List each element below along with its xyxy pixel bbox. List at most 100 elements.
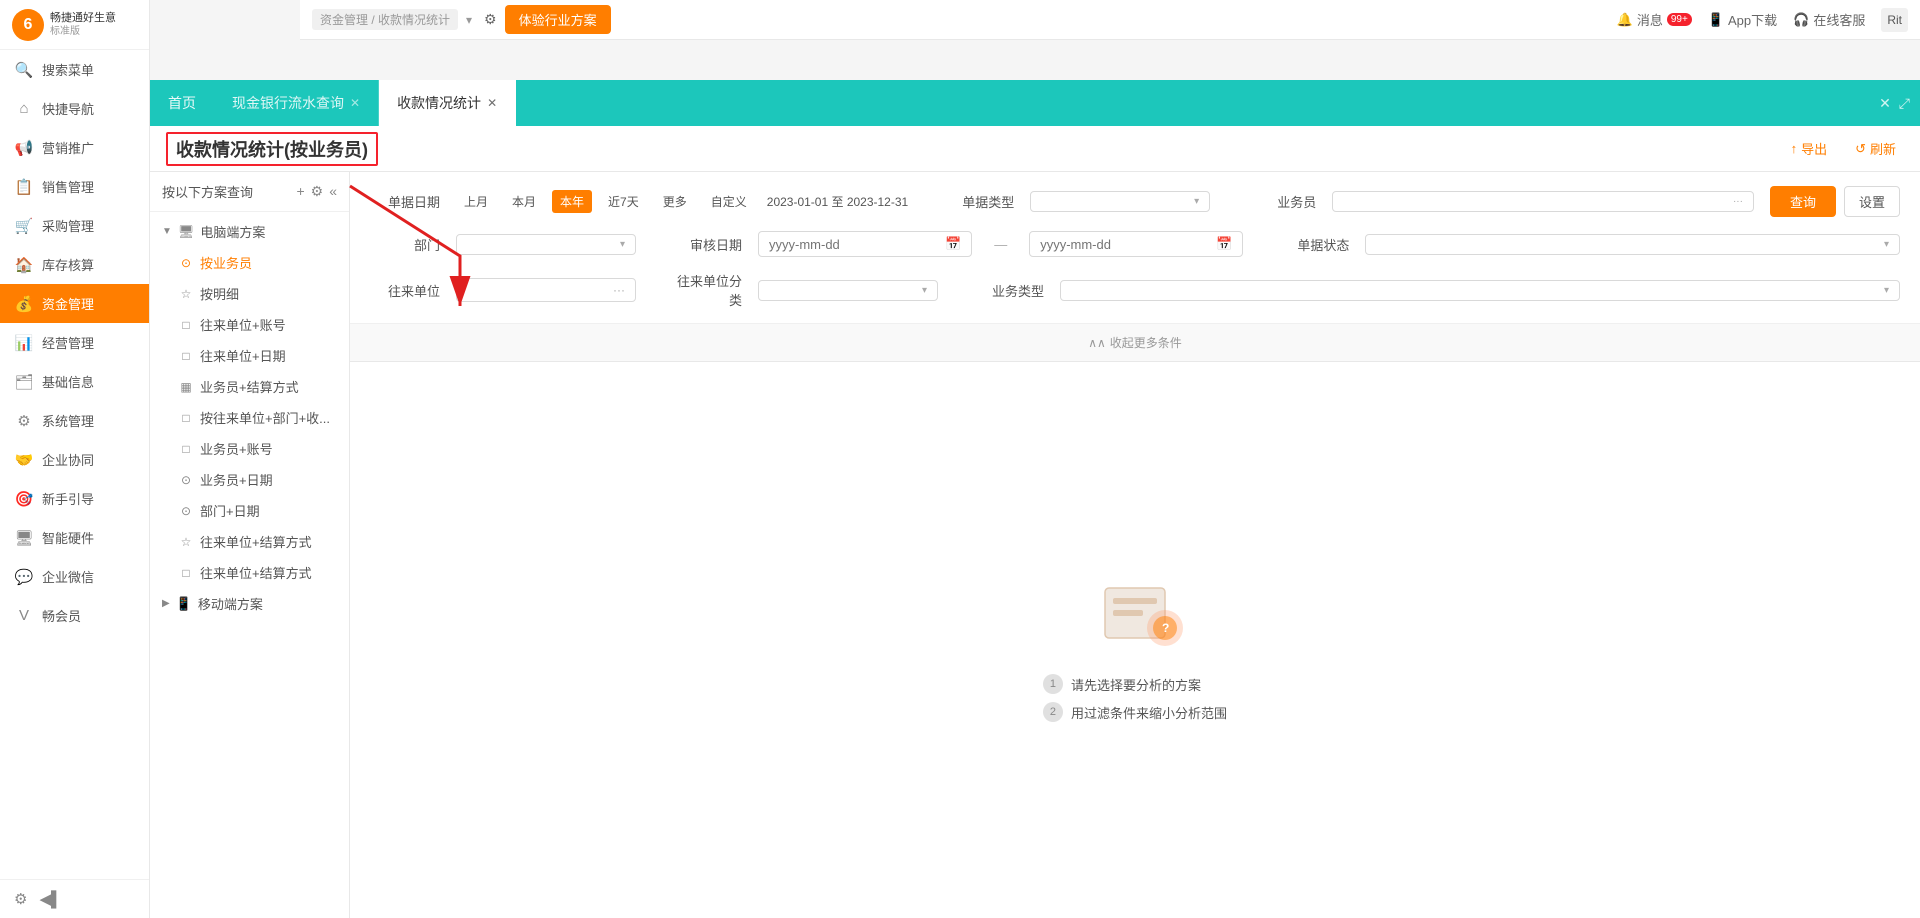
review-date-to-input[interactable] xyxy=(1040,237,1216,252)
sidebar-item-purchase[interactable]: 🛒 采购管理 xyxy=(0,206,149,245)
tab-bar: 首页 现金银行流水查询 ✕ 收款情况统计 ✕ ✕ ⤢ xyxy=(150,80,1920,126)
scheme-item-unit-date[interactable]: □ 往来单位+日期 xyxy=(150,340,349,371)
settings-footer-btn[interactable]: ⚙ xyxy=(14,890,27,908)
date-tab-this-month[interactable]: 本月 xyxy=(504,190,544,213)
scheme-item-unit-settle2[interactable]: □ 往来单位+结算方式 xyxy=(150,557,349,588)
sidebar-item-marketing[interactable]: 📢 营销推广 xyxy=(0,128,149,167)
date-range-display: 2023-01-01 至 2023-12-31 xyxy=(767,193,908,210)
sidebar-item-sales[interactable]: 📋 销售管理 xyxy=(0,167,149,206)
main-area: 资金管理 / 收款情况统计 ▾ ⚙ 体验行业方案 🔔 消息 99+ 📱 App下… xyxy=(150,0,1920,918)
unit-more-icon[interactable]: ··· xyxy=(613,283,625,297)
biz-type-dropdown-icon: ▾ xyxy=(1884,285,1889,296)
calendar-from-icon[interactable]: 📅 xyxy=(945,236,961,252)
doc-status-select[interactable]: ▾ xyxy=(1365,234,1900,255)
date-tab-more[interactable]: 更多 xyxy=(655,190,695,213)
tab-home[interactable]: 首页 xyxy=(150,80,214,126)
biz-type-select[interactable]: ▾ xyxy=(1060,280,1900,301)
sidebar-item-guide[interactable]: 🎯 新手引导 xyxy=(0,479,149,518)
scheme-settings-button[interactable]: ⚙ xyxy=(311,183,324,200)
sidebar-nav: 🔍 搜索菜单 ⌂ 快捷导航 📢 营销推广 📋 销售管理 🛒 采购管理 🏠 库存核… xyxy=(0,50,149,879)
review-date-to[interactable]: 📅 xyxy=(1029,231,1243,257)
sidebar-item-vip[interactable]: V 畅会员 xyxy=(0,596,149,635)
scheme-item-salesperson-date[interactable]: ⊙ 业务员+日期 xyxy=(150,464,349,495)
content-body: 按以下方案查询 + ⚙ « ▼ 🖥 电脑端方案 xyxy=(150,172,1920,918)
sidebar-item-inventory[interactable]: 🏠 库存核算 xyxy=(0,245,149,284)
sidebar: 6 畅捷通好生意 标准版 🔍 搜索菜单 ⌂ 快捷导航 📢 营销推广 📋 销售管理… xyxy=(0,0,150,918)
sidebar-item-finance[interactable]: 💰 资金管理 xyxy=(0,284,149,323)
logo-icon: 6 xyxy=(12,9,44,41)
app-download-button[interactable]: 📱 App下载 xyxy=(1708,10,1777,29)
date-tab-custom[interactable]: 自定义 xyxy=(703,190,755,213)
scheme-header-actions: + ⚙ « xyxy=(296,183,337,200)
window-close-icon[interactable]: ✕ xyxy=(1879,95,1891,112)
date-label: 单据日期 xyxy=(370,192,440,211)
sidebar-item-base[interactable]: 🗂 基础信息 xyxy=(0,362,149,401)
review-date-from[interactable]: 📅 xyxy=(758,231,972,257)
date-tab-last-month[interactable]: 上月 xyxy=(456,190,496,213)
scheme-item-salesperson-settle[interactable]: ▦ 业务员+结算方式 xyxy=(150,371,349,402)
export-button[interactable]: ↑ 导出 xyxy=(1783,135,1836,162)
dept-select[interactable]: ▾ xyxy=(456,234,636,255)
header-right-actions: 🔔 消息 99+ 📱 App下载 🎧 在线客服 Rit xyxy=(1617,8,1908,32)
user-avatar[interactable]: Rit xyxy=(1881,8,1908,32)
detail-icon: ☆ xyxy=(178,287,194,301)
scheme-item-by-salesperson[interactable]: ⊙ 按业务员 xyxy=(150,247,349,278)
message-button[interactable]: 🔔 消息 99+ xyxy=(1617,10,1692,29)
online-service-button[interactable]: 🎧 在线客服 xyxy=(1793,10,1865,29)
unit-category-label: 往来单位分类 xyxy=(672,271,742,309)
collapse-bar[interactable]: ∧∧ 收起更多条件 xyxy=(350,324,1920,362)
scheme-item-unit-dept-collect[interactable]: □ 按往来单位+部门+收... xyxy=(150,402,349,433)
desktop-icon: 🖥 xyxy=(178,224,195,240)
sidebar-item-quicknav[interactable]: ⌂ 快捷导航 xyxy=(0,89,149,128)
refresh-button[interactable]: ↺ 刷新 xyxy=(1847,135,1904,162)
finance-icon: 💰 xyxy=(14,295,34,313)
scheme-item-unit-account[interactable]: □ 往来单位+账号 xyxy=(150,309,349,340)
trial-button[interactable]: 体验行业方案 xyxy=(505,5,611,34)
empty-steps: 1 请先选择要分析的方案 2 用过滤条件来缩小分析范围 xyxy=(1043,674,1227,722)
tab-collection-stats-close[interactable]: ✕ xyxy=(487,96,497,110)
query-button[interactable]: 查询 xyxy=(1770,186,1836,217)
page-title: 收款情况统计(按业务员) xyxy=(166,132,378,166)
sidebar-item-operations[interactable]: 📊 经营管理 xyxy=(0,323,149,362)
tab-bank-flow-close[interactable]: ✕ xyxy=(350,96,360,110)
salesperson-dropdown-icon: ··· xyxy=(1733,196,1743,207)
sidebar-item-hardware[interactable]: 🖥 智能硬件 xyxy=(0,518,149,557)
salesperson-settle-icon: ▦ xyxy=(178,380,194,394)
unit-select[interactable]: ··· xyxy=(456,278,636,302)
tab-bank-flow[interactable]: 现金银行流水查询 ✕ xyxy=(214,80,379,126)
filter-settings-button[interactable]: 设置 xyxy=(1844,186,1900,217)
tab-collection-stats[interactable]: 收款情况统计 ✕ xyxy=(379,80,516,126)
scheme-add-button[interactable]: + xyxy=(296,183,304,200)
filter-row-2: 部门 ▾ 审核日期 📅 — 📅 xyxy=(370,231,1900,257)
unit-cat-dropdown-icon: ▾ xyxy=(922,285,927,296)
review-date-from-input[interactable] xyxy=(769,237,945,252)
date-tab-this-year[interactable]: 本年 xyxy=(552,190,592,213)
empty-step-2: 2 用过滤条件来缩小分析范围 xyxy=(1043,702,1227,722)
scheme-item-salesperson-account[interactable]: □ 业务员+账号 xyxy=(150,433,349,464)
scheme-group-desktop-header[interactable]: ▼ 🖥 电脑端方案 xyxy=(150,216,349,247)
salesperson-select[interactable]: ··· xyxy=(1332,191,1754,212)
scheme-group-mobile: ▶ 📱 移动端方案 xyxy=(150,588,349,619)
unit-settle1-icon: ☆ xyxy=(178,535,194,549)
content-wrapper: 收款情况统计(按业务员) ↑ 导出 ↺ 刷新 按以下方案查询 + xyxy=(150,126,1920,918)
date-tab-7days[interactable]: 近7天 xyxy=(600,190,647,213)
unit-category-select[interactable]: ▾ xyxy=(758,280,938,301)
sidebar-item-system[interactable]: ⚙ 系统管理 xyxy=(0,401,149,440)
window-maximize-icon[interactable]: ⤢ xyxy=(1899,95,1910,112)
unit-date-icon: □ xyxy=(178,349,194,363)
scheme-item-unit-settle1[interactable]: ☆ 往来单位+结算方式 xyxy=(150,526,349,557)
sidebar-item-search[interactable]: 🔍 搜索菜单 xyxy=(0,50,149,89)
scheme-item-dept-date[interactable]: ⊙ 部门+日期 xyxy=(150,495,349,526)
scheme-collapse-button[interactable]: « xyxy=(329,183,337,200)
scheme-group-mobile-header[interactable]: ▶ 📱 移动端方案 xyxy=(150,588,349,619)
header-gear-icon[interactable]: ⚙ xyxy=(484,11,497,28)
sidebar-item-wechat[interactable]: 💬 企业微信 xyxy=(0,557,149,596)
doc-type-select[interactable]: ▾ xyxy=(1030,191,1210,212)
collapse-sidebar-btn[interactable]: ◀▌ xyxy=(39,890,61,908)
operations-icon: 📊 xyxy=(14,334,34,352)
calendar-to-icon[interactable]: 📅 xyxy=(1216,236,1232,252)
sidebar-item-enterprise[interactable]: 🤝 企业协同 xyxy=(0,440,149,479)
top-header: 资金管理 / 收款情况统计 ▾ ⚙ 体验行业方案 🔔 消息 99+ 📱 App下… xyxy=(300,0,1920,40)
review-date-label: 审核日期 xyxy=(672,235,742,254)
scheme-item-by-detail[interactable]: ☆ 按明细 xyxy=(150,278,349,309)
